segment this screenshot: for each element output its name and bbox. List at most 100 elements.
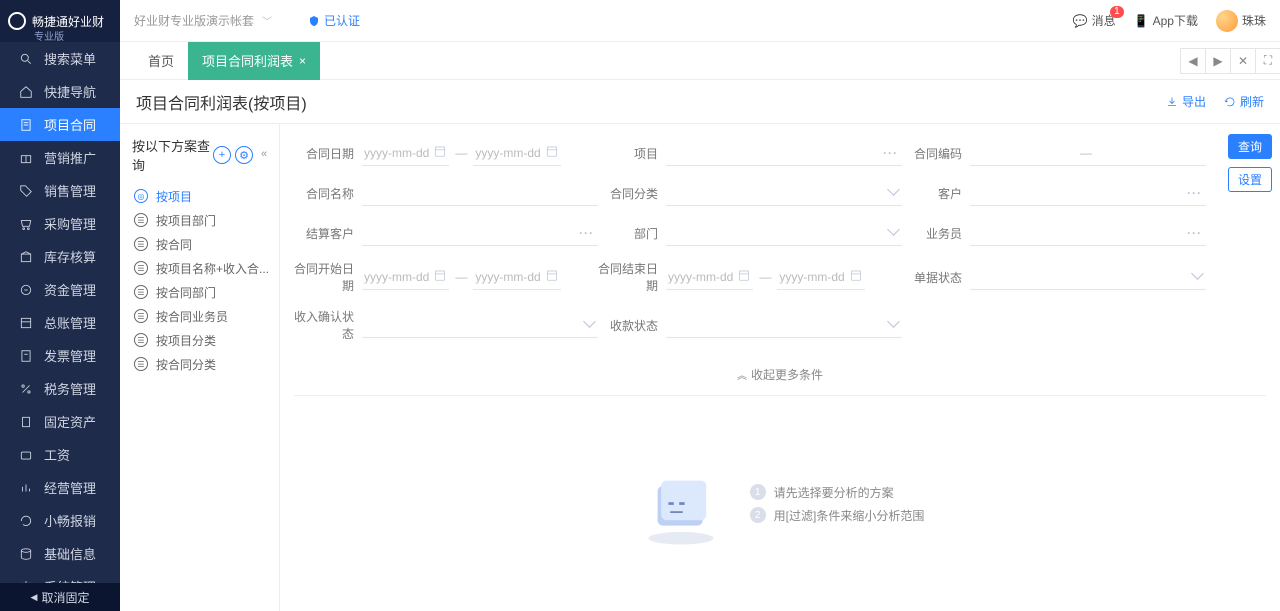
nav-invoice[interactable]: 发票管理 (0, 339, 120, 372)
scheme-item-project-dept[interactable]: ☰按项目部门 (132, 208, 275, 232)
tip-text-2: 用[过滤]条件来缩小分析范围 (774, 507, 925, 524)
box-icon (18, 249, 34, 265)
contract-name-input[interactable] (362, 180, 598, 206)
customer-input[interactable]: ··· (970, 180, 1206, 206)
salesman-input[interactable]: ··· (970, 220, 1206, 246)
list-icon: ☰ (134, 333, 148, 347)
tab-home[interactable]: 首页 (134, 42, 188, 80)
start-date-to[interactable]: yyyy-mm-dd (473, 264, 560, 290)
scheme-item-project-cat[interactable]: ☰按项目分类 (132, 328, 275, 352)
user-menu[interactable]: 珠珠 (1216, 10, 1266, 32)
nav-salary[interactable]: 工资 (0, 438, 120, 471)
tip-text-1: 请先选择要分析的方案 (774, 484, 894, 501)
nav-funds[interactable]: 资金管理 (0, 273, 120, 306)
label-end-date: 合同结束日期 (598, 260, 666, 294)
logo-icon (8, 12, 26, 30)
scheme-settings-button[interactable]: ⚙ (235, 146, 253, 164)
brand-edition: 专业版 (34, 28, 64, 43)
settings-button[interactable]: 设置 (1228, 167, 1272, 192)
nav-inventory[interactable]: 库存核算 (0, 240, 120, 273)
nav-asset[interactable]: 固定资产 (0, 405, 120, 438)
end-date-to[interactable]: yyyy-mm-dd (777, 264, 864, 290)
coin-icon (18, 282, 34, 298)
contract-date-from[interactable]: yyyy-mm-dd (362, 140, 449, 166)
list-icon: ☰ (134, 309, 148, 323)
pin-toggle[interactable]: 取消固定 (0, 583, 120, 611)
scheme-item-name-income[interactable]: ☰按项目名称+收入合... (132, 256, 275, 280)
nav-project-contract[interactable]: 项目合同 (0, 108, 120, 141)
tag-icon (18, 183, 34, 199)
empty-illustration (636, 459, 726, 549)
refresh-button[interactable]: 刷新 (1224, 93, 1264, 110)
scheme-item-contract-sales[interactable]: ☰按合同业务员 (132, 304, 275, 328)
download-button[interactable]: 📱 App下载 (1134, 12, 1198, 29)
label-customer: 客户 (902, 185, 970, 202)
scheme-item-contract-cat[interactable]: ☰按合同分类 (132, 352, 275, 376)
receipt-status-select[interactable] (666, 312, 902, 338)
contract-date-to[interactable]: yyyy-mm-dd (473, 140, 560, 166)
bill-status-select[interactable] (970, 264, 1206, 290)
chart-icon (18, 480, 34, 496)
wallet-icon (18, 447, 34, 463)
collapse-filter-button[interactable]: 收起更多条件 (280, 360, 1280, 395)
org-selector[interactable]: 好业财专业版演示帐套 ﹀ (134, 12, 272, 29)
contract-code-input[interactable]: — (970, 140, 1206, 166)
document-icon (18, 117, 34, 133)
tab-active[interactable]: 项目合同利润表 × (188, 42, 320, 80)
add-scheme-button[interactable]: + (213, 146, 231, 164)
contract-cat-select[interactable] (666, 180, 902, 206)
tab-next-button[interactable]: ▶ (1205, 48, 1231, 74)
scheme-item-contract-dept[interactable]: ☰按合同部门 (132, 280, 275, 304)
page-header: 项目合同利润表(按项目) 导出 刷新 (120, 80, 1280, 124)
tab-prev-button[interactable]: ◀ (1180, 48, 1206, 74)
ledger-icon (18, 315, 34, 331)
list-icon: ☰ (134, 357, 148, 371)
scheme-item-project[interactable]: ◎按项目 (132, 184, 275, 208)
logo-bar: 畅捷通好业财 专业版 (0, 0, 120, 42)
nav-quick[interactable]: 快捷导航 (0, 75, 120, 108)
verified-badge: 已认证 (308, 12, 360, 29)
dept-select[interactable] (666, 220, 902, 246)
scheme-item-contract[interactable]: ☰按合同 (132, 232, 275, 256)
gift-icon (18, 150, 34, 166)
project-input[interactable]: ··· (666, 140, 902, 166)
list-icon: ☰ (134, 237, 148, 251)
nav-system[interactable]: 系统管理 (0, 570, 120, 583)
chevron-down-icon (585, 317, 594, 332)
settle-customer-input[interactable]: ··· (362, 220, 598, 246)
nav-expense[interactable]: 小畅报销 (0, 504, 120, 537)
label-salesman: 业务员 (902, 225, 970, 242)
shield-icon (308, 15, 320, 27)
revenue-status-select[interactable] (362, 312, 598, 338)
export-button[interactable]: 导出 (1166, 93, 1206, 110)
nav-basedata[interactable]: 基础信息 (0, 537, 120, 570)
nav-marketing[interactable]: 营销推广 (0, 141, 120, 174)
phone-icon: 📱 (1134, 14, 1149, 28)
label-receipt-status: 收款状态 (598, 317, 666, 334)
fullscreen-button[interactable]: ⛶ (1255, 48, 1280, 74)
nav-purchase[interactable]: 采购管理 (0, 207, 120, 240)
avatar (1216, 10, 1238, 32)
message-icon: 💬 (1073, 14, 1088, 28)
calendar-icon (433, 144, 447, 161)
nav-tax[interactable]: 税务管理 (0, 372, 120, 405)
more-icon: ··· (1187, 226, 1202, 240)
nav-sales[interactable]: 销售管理 (0, 174, 120, 207)
label-contract-code: 合同编码 (902, 145, 970, 162)
nav-ledger[interactable]: 总账管理 (0, 306, 120, 339)
messages-button[interactable]: 💬 消息 1 (1073, 12, 1116, 29)
refresh-icon (1224, 96, 1236, 108)
nav-search[interactable]: 搜索菜单 (0, 42, 120, 75)
nav-business[interactable]: 经营管理 (0, 471, 120, 504)
label-settle-customer: 结算客户 (294, 225, 362, 242)
query-button[interactable]: 查询 (1228, 134, 1272, 159)
tab-close-all-button[interactable]: ✕ (1230, 48, 1256, 74)
close-icon[interactable]: × (299, 54, 306, 68)
collapse-scheme-button[interactable]: « (261, 148, 275, 162)
more-icon: ··· (1187, 186, 1202, 200)
brand-name: 畅捷通好业财 (32, 13, 104, 30)
end-date-from[interactable]: yyyy-mm-dd (666, 264, 753, 290)
label-dept: 部门 (598, 225, 666, 242)
start-date-from[interactable]: yyyy-mm-dd (362, 264, 449, 290)
main-area: 好业财专业版演示帐套 ﹀ 已认证 💬 消息 1 📱 App下载 珠珠 (120, 0, 1280, 611)
